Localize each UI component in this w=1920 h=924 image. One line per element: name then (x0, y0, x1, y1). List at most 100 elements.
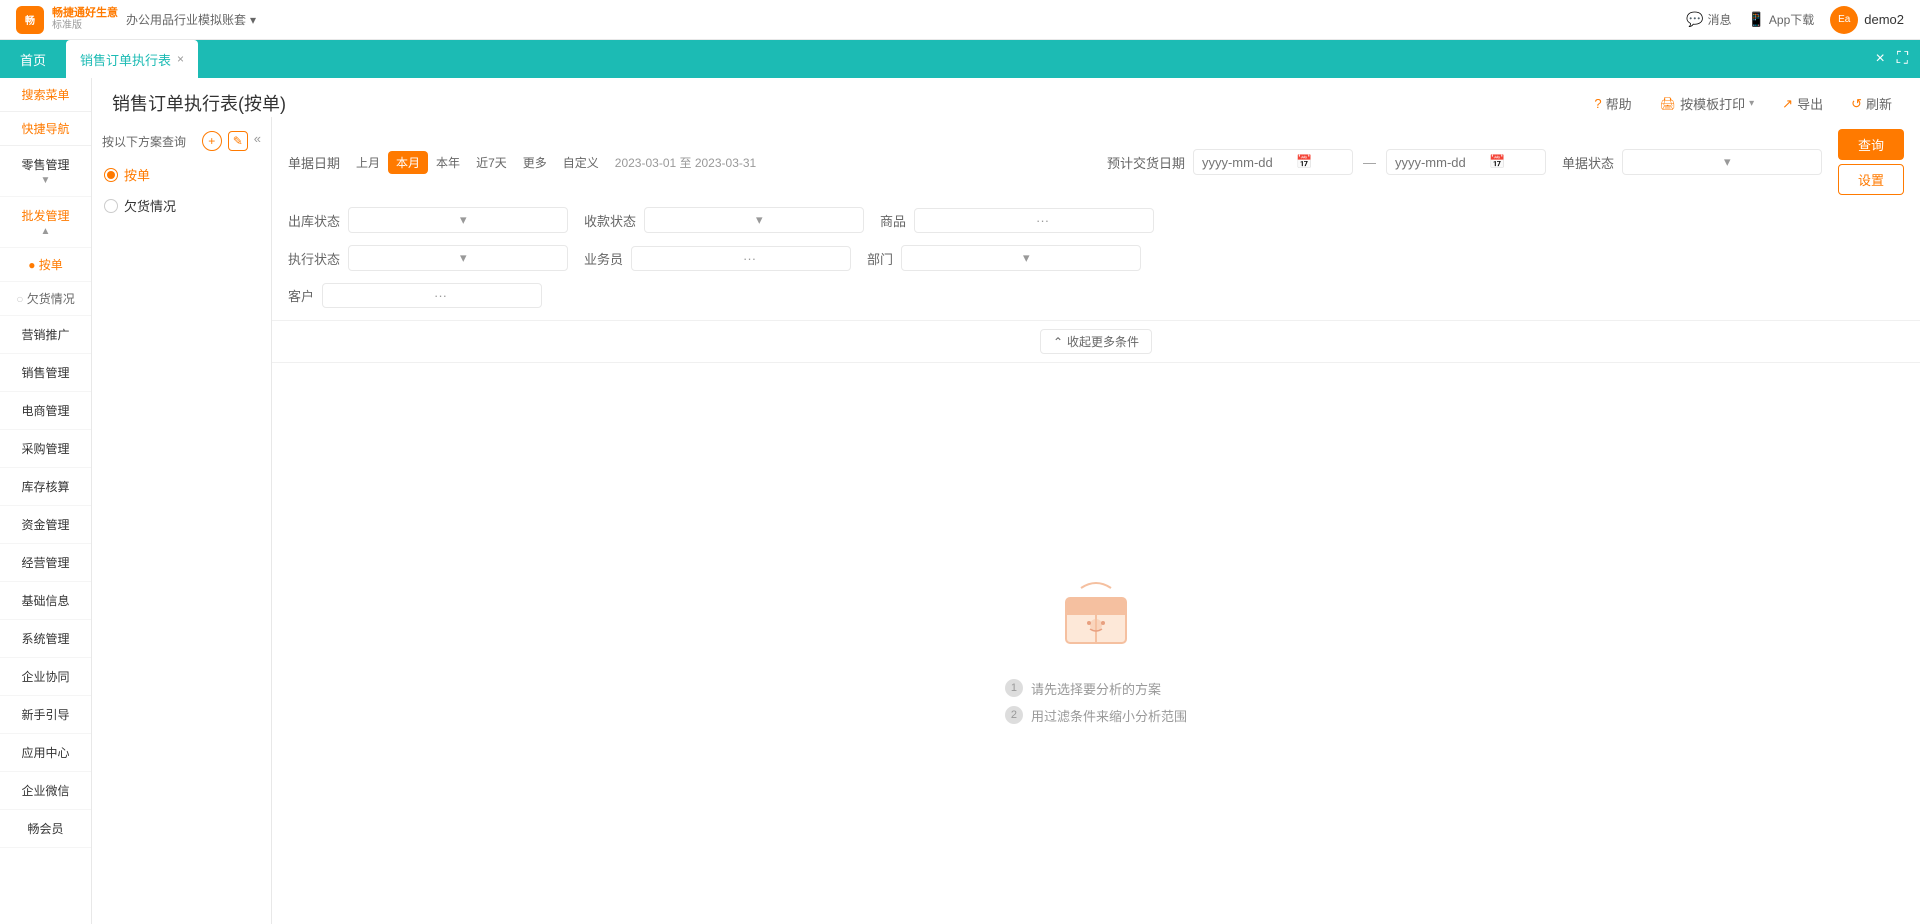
status-filter-item: 单据状态 ▾ (1562, 149, 1822, 175)
collapse-more-btn[interactable]: ⌃ 收起更多条件 (1040, 329, 1152, 354)
execute-item: 执行状态 ▾ (288, 245, 568, 271)
sidebar-item-appstore[interactable]: 应用中心 (0, 734, 91, 772)
date-dash: — (1361, 155, 1378, 170)
date-btn-last-month[interactable]: 上月 (348, 151, 388, 174)
query-btn[interactable]: 查询 (1838, 129, 1904, 160)
collapse-bar: ⌃ 收起更多条件 (272, 321, 1920, 363)
sidebar-sub-orders[interactable]: ● 按单 (0, 248, 91, 282)
window-close-btn[interactable]: × (1871, 46, 1888, 72)
outbound-item: 出库状态 ▾ (288, 207, 568, 233)
sidebar-item-sales[interactable]: 销售管理 (0, 354, 91, 392)
filter-section: 单据日期 上月 本月 本年 近7天 更多 自定义 2023-03-01 至 20… (272, 117, 1920, 321)
date-from-input[interactable] (1202, 155, 1292, 170)
tab-close-btn[interactable]: × (177, 52, 184, 66)
header-right: 💬 消息 📱 App下载 Ea demo2 (1686, 6, 1904, 34)
filter-row-4: 客户 ··· (288, 283, 1904, 308)
sidebar-item-marketing[interactable]: 营销推广 (0, 316, 91, 354)
date-range-display: 2023-03-01 至 2023-03-31 (615, 154, 756, 171)
date-btn-this-year[interactable]: 本年 (428, 151, 468, 174)
customer-dots-icon[interactable]: ··· (434, 288, 533, 303)
goods-select[interactable]: ··· (914, 208, 1154, 233)
collapse-up-icon: ⌃ (1053, 335, 1063, 349)
tab-home[interactable]: 首页 (0, 40, 66, 78)
refresh-icon: ↺ (1851, 96, 1862, 112)
sidebar-item-ecommerce[interactable]: 电商管理 (0, 392, 91, 430)
sidebar-item-wholesale[interactable]: 批发管理 ▲ (0, 197, 91, 248)
date-from-input-wrapper: 📅 (1193, 149, 1353, 175)
export-icon: ↗ (1782, 96, 1793, 112)
sidebar-item-basic[interactable]: 基础信息 (0, 582, 91, 620)
export-btn[interactable]: ↗ 导出 (1774, 90, 1831, 117)
sidebar-search[interactable]: 搜索菜单 (0, 78, 91, 112)
page-header: 销售订单执行表(按单) ? 帮助 🖨 按模板打印 ▾ ↗ 导出 ↺ 刷新 (92, 78, 1920, 117)
user-info[interactable]: Ea demo2 (1830, 6, 1904, 34)
status-label: 单据状态 (1562, 153, 1614, 172)
sidebar-item-inventory[interactable]: 库存核算 (0, 468, 91, 506)
edit-scheme-btn[interactable]: ✎ (228, 131, 248, 151)
goods-label: 商品 (880, 211, 906, 230)
date-btn-more[interactable]: 更多 (515, 151, 555, 174)
collapse-panel-btn[interactable]: « (254, 131, 261, 151)
status-select[interactable]: ▾ (1622, 149, 1822, 175)
download-btn[interactable]: 📱 App下载 (1747, 11, 1814, 28)
salesperson-select[interactable]: ··· (631, 246, 851, 271)
sidebar-item-enterprise[interactable]: 企业协同 (0, 658, 91, 696)
sidebar-item-operations[interactable]: 经营管理 (0, 544, 91, 582)
window-maximize-btn[interactable]: ⛶ (1893, 46, 1912, 72)
scheme-dot-active (104, 168, 118, 182)
scheme-item-orders[interactable]: 按单 (92, 159, 271, 190)
left-panel: 按以下方案查询 + ✎ « 按单 欠货情况 (92, 117, 272, 924)
cal-from-icon[interactable]: 📅 (1296, 154, 1312, 170)
empty-state: 1 请先选择要分析的方案 2 用过滤条件来缩小分析范围 (272, 363, 1920, 924)
sidebar-item-newbie[interactable]: 新手引导 (0, 696, 91, 734)
date-btn-custom[interactable]: 自定义 (555, 151, 607, 174)
sidebar-sub-arrears[interactable]: ○ 欠货情况 (0, 282, 91, 316)
right-content: 单据日期 上月 本月 本年 近7天 更多 自定义 2023-03-01 至 20… (272, 117, 1920, 924)
help-icon: ? (1594, 96, 1601, 111)
scheme-item-arrears[interactable]: 欠货情况 (92, 190, 271, 221)
filter-row-3: 执行状态 ▾ 业务员 ··· (288, 245, 1904, 271)
sidebar-item-member[interactable]: 畅会员 (0, 810, 91, 848)
date-to-input[interactable] (1395, 155, 1485, 170)
outbound-label: 出库状态 (288, 211, 340, 230)
sidebar-item-finance[interactable]: 资金管理 (0, 506, 91, 544)
header-left: 畅 畅捷通好生意 标准版 办公用品行业模拟账套 ▾ (16, 6, 256, 34)
app-tag: 标准版 (52, 20, 118, 32)
page-header-actions: ? 帮助 🖨 按模板打印 ▾ ↗ 导出 ↺ 刷新 (1586, 90, 1900, 117)
sidebar-item-purchase[interactable]: 采购管理 (0, 430, 91, 468)
message-icon: 💬 (1686, 11, 1703, 28)
sidebar-quick-nav[interactable]: 快捷导航 (0, 112, 91, 146)
retail-arrow: ▼ (41, 175, 51, 186)
customer-select[interactable]: ··· (322, 283, 542, 308)
empty-tip-1: 1 请先选择要分析的方案 (1005, 679, 1187, 698)
sidebar-item-retail[interactable]: 零售管理 ▼ (0, 146, 91, 197)
breadcrumb: 办公用品行业模拟账套 ▾ (126, 11, 256, 28)
date-btn-this-month[interactable]: 本月 (388, 151, 428, 174)
collection-select[interactable]: ▾ (644, 207, 864, 233)
help-btn[interactable]: ? 帮助 (1586, 90, 1639, 117)
settings-btn[interactable]: 设置 (1838, 164, 1904, 195)
date-btn-last7[interactable]: 近7天 (468, 151, 515, 174)
refresh-btn[interactable]: ↺ 刷新 (1843, 90, 1900, 117)
tab-active[interactable]: 销售订单执行表 × (66, 40, 198, 78)
sidebar-item-system[interactable]: 系统管理 (0, 620, 91, 658)
app-name: 畅捷通好生意 (52, 7, 118, 20)
salesperson-dots-icon[interactable]: ··· (743, 251, 842, 266)
page-title: 销售订单执行表(按单) (112, 90, 286, 116)
arrears-dot: ○ (16, 292, 23, 306)
main-layout: 搜索菜单 快捷导航 零售管理 ▼ 批发管理 ▲ ● 按单 ○ 欠货情况 营销推广… (0, 78, 1920, 924)
message-btn[interactable]: 💬 消息 (1686, 11, 1731, 28)
active-tab-label: 销售订单执行表 (80, 50, 171, 69)
cal-to-icon[interactable]: 📅 (1489, 154, 1505, 170)
dept-select[interactable]: ▾ (901, 245, 1141, 271)
customer-label: 客户 (288, 286, 314, 305)
print-btn[interactable]: 🖨 按模板打印 ▾ (1652, 90, 1763, 117)
execute-select[interactable]: ▾ (348, 245, 568, 271)
outbound-select[interactable]: ▾ (348, 207, 568, 233)
dept-label: 部门 (867, 249, 893, 268)
query-action-group: 查询 设置 (1838, 129, 1904, 195)
add-scheme-btn[interactable]: + (202, 131, 222, 151)
goods-dots-icon[interactable]: ··· (1036, 213, 1145, 228)
collection-label: 收款状态 (584, 211, 636, 230)
sidebar-item-wechat[interactable]: 企业微信 (0, 772, 91, 810)
